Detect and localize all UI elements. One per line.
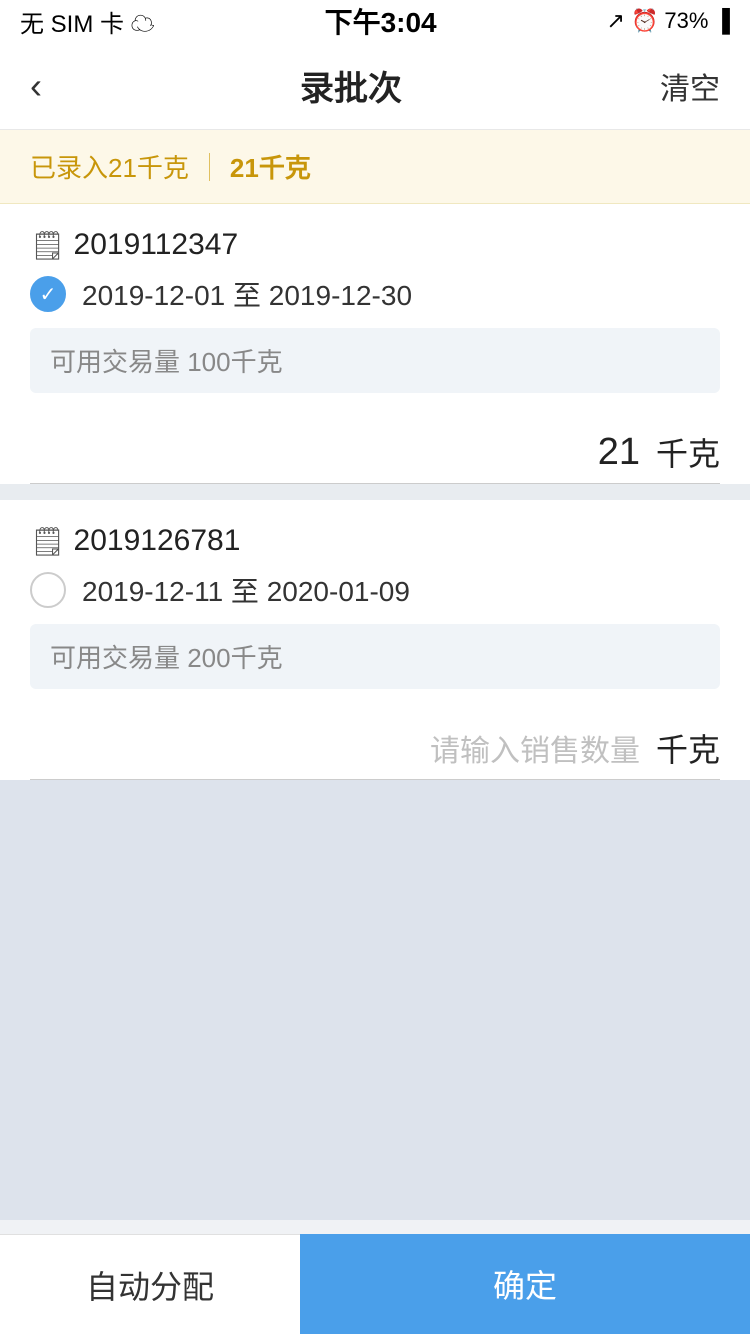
batch2-available-qty: 可用交易量 200千克	[30, 624, 720, 689]
battery-label: 73%	[664, 8, 708, 34]
info-bar: 已录入21千克 21千克	[0, 130, 750, 204]
batch2-radio[interactable]	[30, 572, 66, 608]
clear-button[interactable]: 清空	[660, 64, 720, 108]
batch1-qty-unit: 千克	[656, 429, 720, 475]
batch2-id-row: 🗒 2019126781	[30, 524, 720, 558]
status-time: 下午3:04	[325, 1, 437, 41]
page-title: 录批次	[300, 61, 402, 110]
batch-item-2[interactable]: 🗒 2019126781 2019-12-11 至 2020-01-09 可用交…	[0, 500, 750, 780]
location-icon: ↗	[607, 8, 625, 34]
auto-distribute-button[interactable]: 自动分配	[0, 1234, 300, 1334]
batch1-date-row[interactable]: ✓ 2019-12-01 至 2019-12-30	[30, 274, 720, 314]
batch2-qty-unit: 千克	[656, 725, 720, 771]
batch2-date: 2019-12-11 至 2020-01-09	[82, 570, 410, 610]
batch2-qty-placeholder[interactable]: 请输入销售数量	[430, 726, 640, 770]
batch-item-1[interactable]: 🗒 2019112347 ✓ 2019-12-01 至 2019-12-30 可…	[0, 204, 750, 484]
info-value: 21千克	[230, 148, 311, 185]
batch1-doc-icon: 🗒	[30, 229, 66, 262]
batch2-id: 2019126781	[74, 524, 241, 558]
sim-label: 无 SIM 卡 ☁	[20, 4, 155, 39]
batch1-radio[interactable]: ✓	[30, 276, 66, 312]
batch2-doc-icon: 🗒	[30, 525, 66, 558]
confirm-button[interactable]: 确定	[300, 1234, 750, 1334]
batch1-date: 2019-12-01 至 2019-12-30	[82, 274, 412, 314]
batch2-date-row[interactable]: 2019-12-11 至 2020-01-09	[30, 570, 720, 610]
status-bar: 无 SIM 卡 ☁ 下午3:04 ↗ ⏰ 73% ▐	[0, 0, 750, 42]
status-left: 无 SIM 卡 ☁	[20, 4, 155, 39]
batch1-id-row: 🗒 2019112347	[30, 228, 720, 262]
batch1-qty-value[interactable]: 21	[580, 431, 640, 474]
batch1-qty-row: 21 千克	[0, 413, 750, 483]
batch1-available-qty: 可用交易量 100千克	[30, 328, 720, 393]
batch1-id: 2019112347	[74, 228, 239, 262]
nav-bar: ‹ 录批次 清空	[0, 42, 750, 130]
alarm-icon: ⏰	[631, 8, 658, 34]
batch2-input-row[interactable]: 请输入销售数量 千克	[0, 709, 750, 779]
back-button[interactable]: ‹	[30, 65, 42, 107]
battery-icon: ▐	[714, 8, 730, 34]
info-divider	[209, 153, 210, 181]
separator-1	[0, 484, 750, 500]
status-right: ↗ ⏰ 73% ▐	[607, 8, 730, 34]
info-label: 已录入21千克	[30, 148, 189, 185]
empty-area	[0, 780, 750, 1220]
bottom-bar: 自动分配 确定	[0, 1234, 750, 1334]
